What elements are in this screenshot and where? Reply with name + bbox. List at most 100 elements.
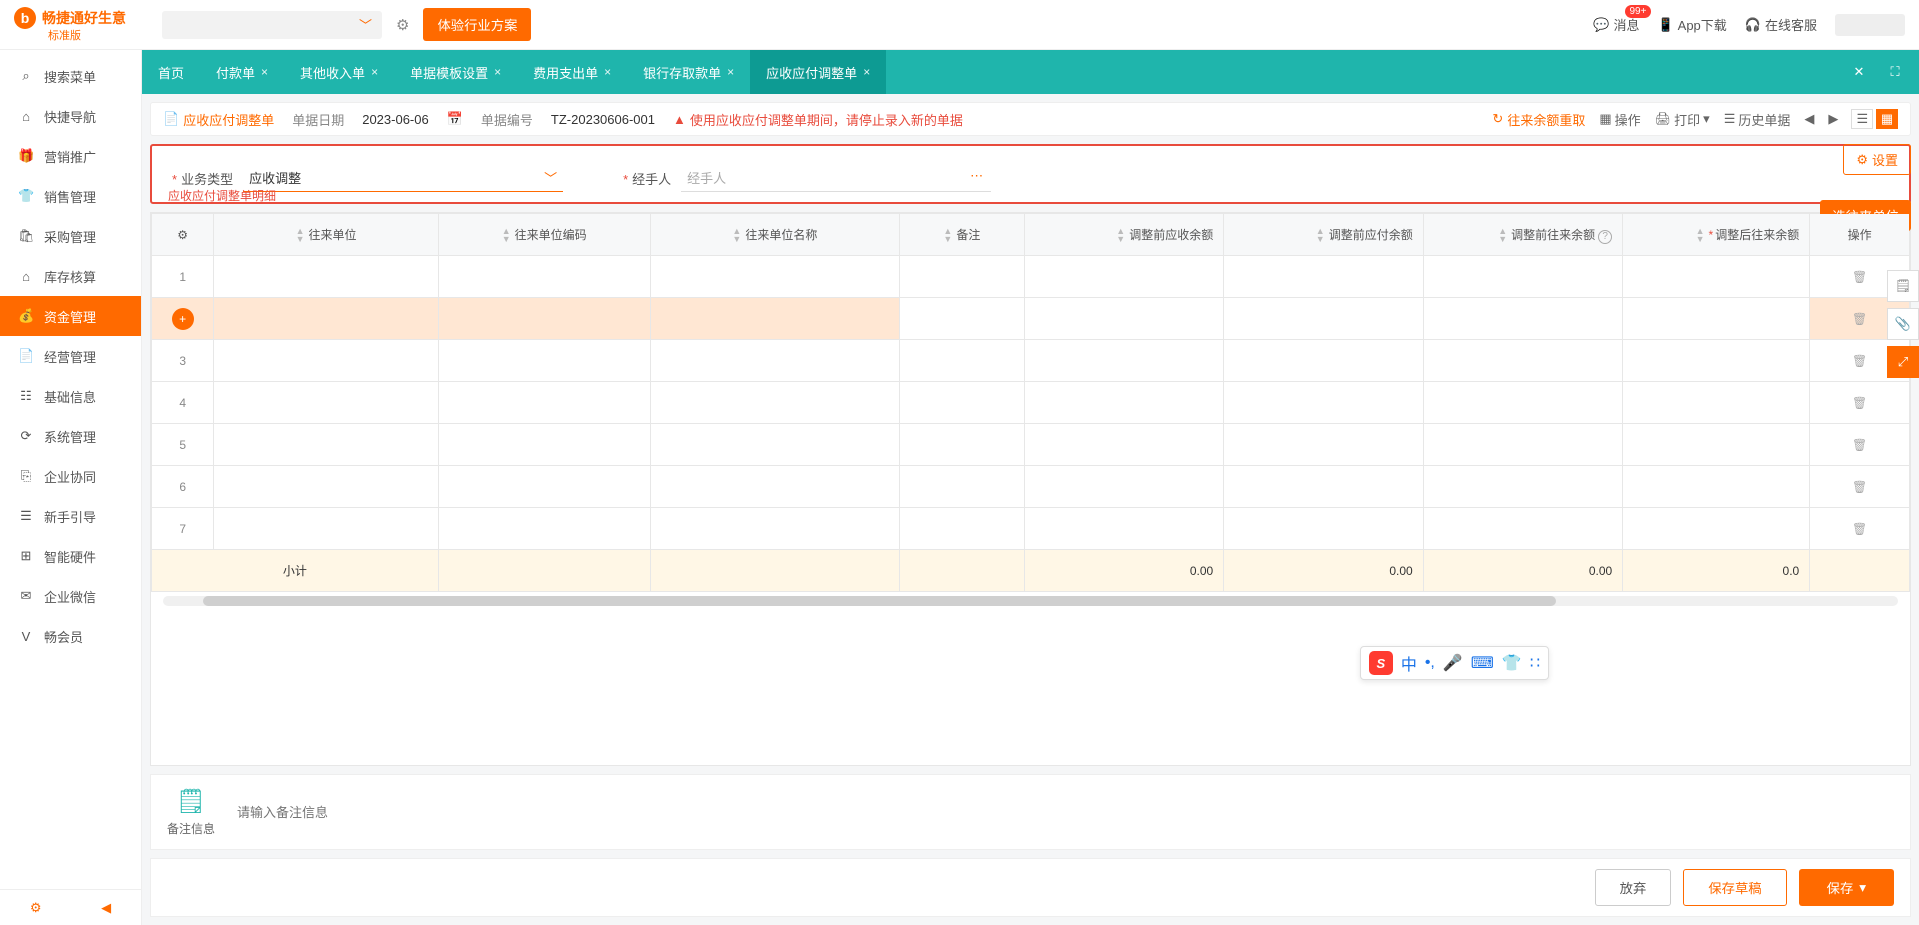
cell[interactable] bbox=[438, 382, 650, 424]
cell[interactable] bbox=[1623, 256, 1810, 298]
org-selector[interactable]: ﹀ bbox=[162, 11, 382, 39]
sidebar-settings-icon[interactable]: ⚙ bbox=[30, 900, 42, 916]
save-button[interactable]: 保存 ▾ bbox=[1799, 869, 1894, 906]
ime-lang[interactable]: 中 bbox=[1401, 651, 1417, 675]
th-name[interactable]: ▲▼往来单位名称 bbox=[650, 214, 899, 256]
cell[interactable] bbox=[1024, 424, 1223, 466]
cell[interactable] bbox=[1623, 382, 1810, 424]
sidebar-item-2[interactable]: 🎁营销推广 bbox=[0, 136, 141, 176]
cell[interactable] bbox=[1623, 466, 1810, 508]
experience-button[interactable]: 体验行业方案 bbox=[423, 8, 531, 41]
th-bal[interactable]: ▲▼调整前往来余额? bbox=[1423, 214, 1622, 256]
date-value[interactable]: 2023-06-06 bbox=[362, 112, 429, 127]
sidebar-item-3[interactable]: 👕销售管理 bbox=[0, 176, 141, 216]
cell[interactable] bbox=[900, 256, 1025, 298]
tab-expand-icon[interactable]: ⛶ bbox=[1883, 60, 1907, 84]
cell[interactable] bbox=[214, 466, 438, 508]
cell[interactable] bbox=[438, 508, 650, 550]
cell[interactable] bbox=[1423, 298, 1622, 340]
tab-close-icon[interactable]: × bbox=[604, 65, 611, 79]
sidebar-item-9[interactable]: ⟳系统管理 bbox=[0, 416, 141, 456]
tab-close-icon[interactable]: × bbox=[494, 65, 501, 79]
operations-menu[interactable]: ▦ 操作 bbox=[1599, 110, 1640, 129]
cell[interactable] bbox=[1623, 340, 1810, 382]
cell[interactable] bbox=[1024, 298, 1223, 340]
tab-close-icon[interactable]: × bbox=[371, 65, 378, 79]
tab-1[interactable]: 付款单× bbox=[200, 50, 284, 94]
cell[interactable] bbox=[1024, 466, 1223, 508]
table-row[interactable]: 6🗑 bbox=[152, 466, 1910, 508]
ime-punct-icon[interactable]: •, bbox=[1425, 654, 1435, 672]
tab-4[interactable]: 费用支出单× bbox=[517, 50, 627, 94]
reset-balance-link[interactable]: ↻ 往来余额重取 bbox=[1492, 110, 1585, 129]
th-gear[interactable]: ⚙ bbox=[152, 214, 214, 256]
cell[interactable] bbox=[214, 340, 438, 382]
cell[interactable] bbox=[900, 298, 1025, 340]
sidebar-item-10[interactable]: ⎘企业协同 bbox=[0, 456, 141, 496]
cell[interactable] bbox=[650, 508, 899, 550]
table-row[interactable]: 1🗑 bbox=[152, 256, 1910, 298]
th-ar[interactable]: ▲▼调整前应收余额 bbox=[1024, 214, 1223, 256]
sidebar-item-6[interactable]: 💰资金管理 bbox=[0, 296, 141, 336]
sidebar-item-11[interactable]: ☰新手引导 bbox=[0, 496, 141, 536]
sidebar-item-8[interactable]: ☷基础信息 bbox=[0, 376, 141, 416]
add-row-icon[interactable]: + bbox=[172, 308, 194, 330]
sidebar-item-4[interactable]: 🛍采购管理 bbox=[0, 216, 141, 256]
cell[interactable] bbox=[900, 382, 1025, 424]
cell[interactable] bbox=[650, 298, 899, 340]
sidebar-item-14[interactable]: V畅会员 bbox=[0, 616, 141, 656]
horizontal-scrollbar[interactable] bbox=[163, 596, 1898, 606]
table-row[interactable]: 4🗑 bbox=[152, 382, 1910, 424]
ime-keyboard-icon[interactable]: ⌨ bbox=[1471, 653, 1494, 673]
cell[interactable] bbox=[900, 340, 1025, 382]
cell[interactable] bbox=[900, 466, 1025, 508]
cell[interactable] bbox=[650, 466, 899, 508]
print-menu[interactable]: 🖨 打印 ▾ bbox=[1655, 110, 1710, 129]
ime-skin-icon[interactable]: 👕 bbox=[1502, 653, 1522, 673]
cell[interactable] bbox=[1224, 298, 1423, 340]
sidebar-collapse-icon[interactable]: ◀ bbox=[101, 900, 111, 916]
tab-6[interactable]: 应收应付调整单× bbox=[750, 50, 886, 94]
row-delete[interactable]: 🗑 bbox=[1810, 508, 1910, 550]
cell[interactable] bbox=[1024, 508, 1223, 550]
help-icon[interactable]: ? bbox=[1598, 230, 1612, 244]
cell[interactable] bbox=[1623, 424, 1810, 466]
messages-link[interactable]: 💬 消息 99+ bbox=[1593, 15, 1639, 34]
sidebar-item-0[interactable]: ⌕搜索菜单 bbox=[0, 56, 141, 96]
user-avatar[interactable] bbox=[1835, 14, 1905, 36]
cell[interactable] bbox=[900, 508, 1025, 550]
cell[interactable] bbox=[214, 508, 438, 550]
table-row[interactable]: 3🗑 bbox=[152, 340, 1910, 382]
cell[interactable] bbox=[1224, 256, 1423, 298]
cell[interactable] bbox=[1224, 382, 1423, 424]
calendar-icon[interactable]: 📅 bbox=[447, 111, 463, 127]
cell[interactable] bbox=[1423, 466, 1622, 508]
tab-close-icon[interactable]: × bbox=[727, 65, 734, 79]
row-delete[interactable]: 🗑 bbox=[1810, 382, 1910, 424]
cell[interactable] bbox=[1224, 466, 1423, 508]
biztype-select[interactable]: 应收调整 ﹀ bbox=[243, 164, 563, 192]
th-unit[interactable]: ▲▼往来单位 bbox=[214, 214, 438, 256]
cell[interactable] bbox=[214, 256, 438, 298]
th-after[interactable]: ▲▼*调整后往来余额 bbox=[1623, 214, 1810, 256]
online-service-link[interactable]: 🎧 在线客服 bbox=[1745, 15, 1817, 34]
discard-button[interactable]: 放弃 bbox=[1595, 869, 1672, 906]
cell[interactable] bbox=[1423, 424, 1622, 466]
cell[interactable] bbox=[650, 256, 899, 298]
note-tool-icon[interactable]: 🗒 bbox=[1887, 270, 1919, 302]
ime-toolbox-icon[interactable]: ∷ bbox=[1530, 653, 1540, 673]
view-list-icon[interactable]: ☰ bbox=[1851, 109, 1873, 129]
cell[interactable] bbox=[1423, 256, 1622, 298]
cell[interactable] bbox=[1224, 508, 1423, 550]
app-download-link[interactable]: 📱 App下载 bbox=[1657, 15, 1726, 34]
gear-icon[interactable]: ⚙ bbox=[396, 16, 409, 34]
save-draft-button[interactable]: 保存草稿 bbox=[1683, 869, 1786, 906]
sidebar-item-13[interactable]: ✉企业微信 bbox=[0, 576, 141, 616]
cell[interactable] bbox=[1224, 340, 1423, 382]
table-row[interactable]: 7🗑 bbox=[152, 508, 1910, 550]
cell[interactable] bbox=[650, 424, 899, 466]
cell[interactable] bbox=[1423, 340, 1622, 382]
th-remark[interactable]: ▲▼备注 bbox=[900, 214, 1025, 256]
table-row[interactable]: +🗑 bbox=[152, 298, 1910, 340]
tab-close-all-icon[interactable]: ✕ bbox=[1847, 60, 1871, 84]
